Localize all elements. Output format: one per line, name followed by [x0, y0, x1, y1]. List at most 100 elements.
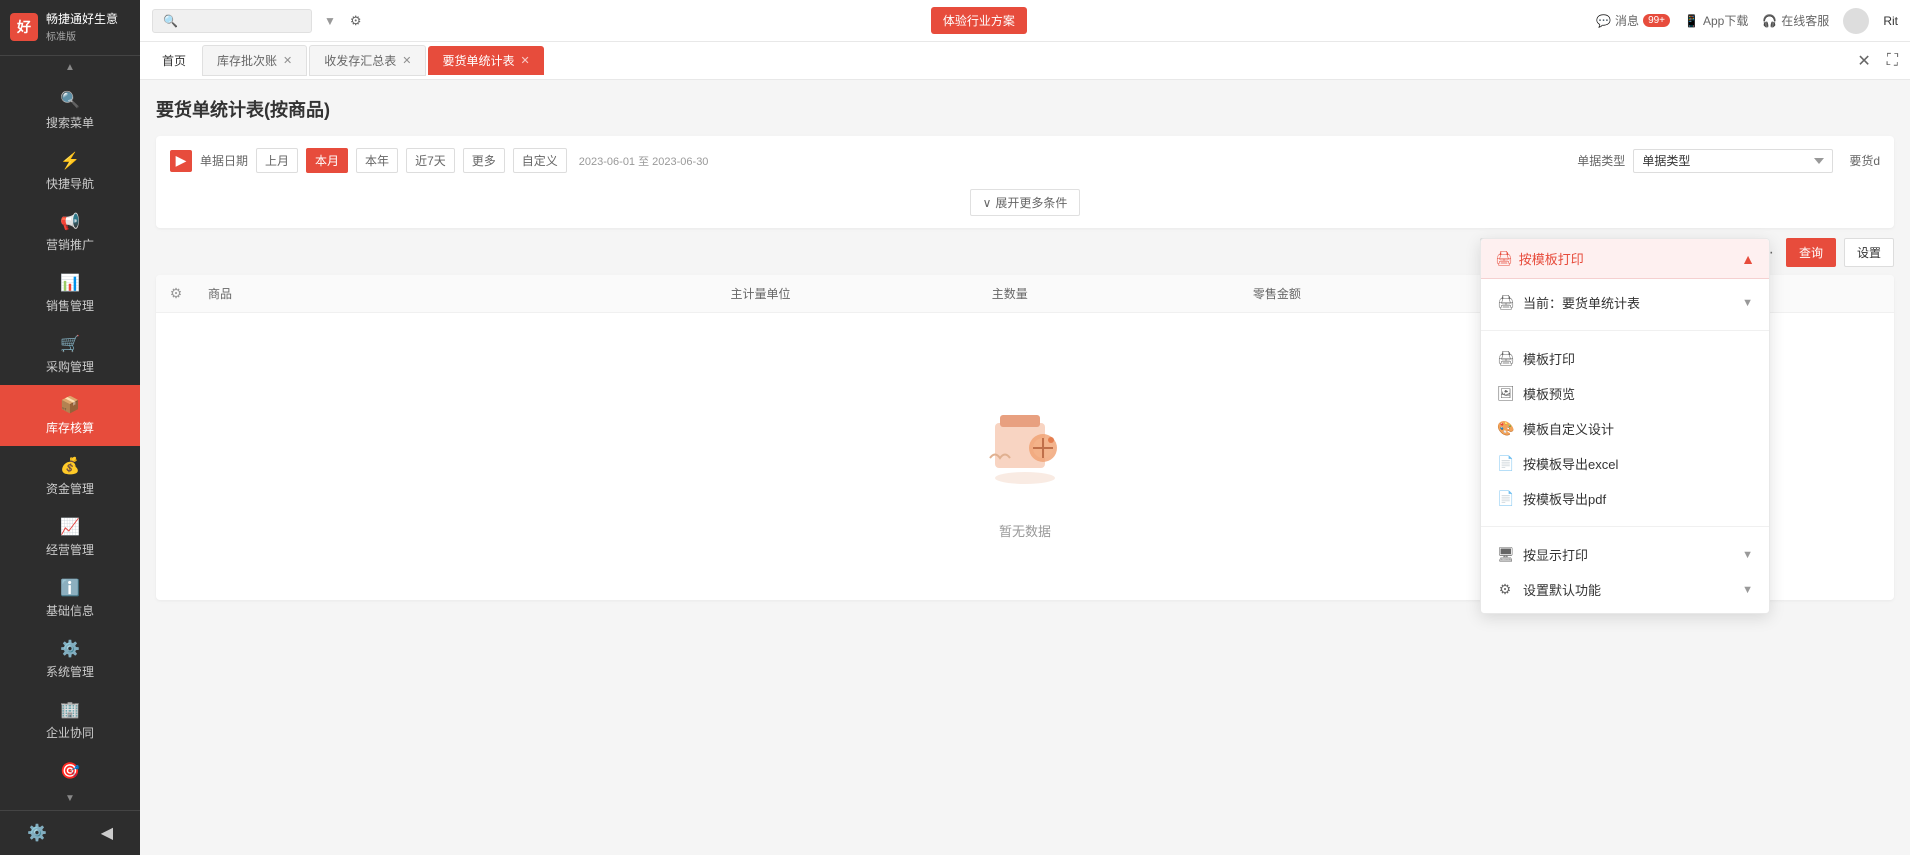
sidebar-item-label: 采购管理	[46, 358, 94, 375]
col-unit-label: 主计量单位	[730, 287, 790, 301]
date-btn-this-month[interactable]: 本月	[306, 148, 348, 173]
online-service-label: 在线客服	[1781, 12, 1829, 29]
expand-more-row: ∨ 展开更多条件	[170, 181, 1880, 216]
date-btn-last-month[interactable]: 上月	[256, 148, 298, 173]
display-print-label: 按显示打印	[1523, 545, 1732, 564]
settings-btn-label: 设置	[1857, 244, 1881, 261]
tab-inventory-batch[interactable]: 库存批次账 ✕	[202, 45, 307, 76]
chevron-right-icon-2: ▼	[1742, 549, 1753, 561]
logo-icon: 好	[10, 13, 38, 41]
sidebar-item-quick-nav[interactable]: ⚡ 快捷导航	[0, 141, 140, 202]
column-settings-icon[interactable]: ⚙	[170, 285, 183, 301]
dropdown-item-template-custom[interactable]: 🎨 模板自定义设计	[1481, 411, 1769, 446]
sidebar-item-basic[interactable]: ℹ️ 基础信息	[0, 568, 140, 629]
bottom-collapse-icon[interactable]: ◀	[97, 819, 117, 847]
message-icon: 💬	[1596, 14, 1611, 28]
tab-label: 要货单统计表	[442, 52, 514, 69]
dropdown-section-items: 🖨 模板打印 🖼 模板预览 🎨 模板自定义设计 📄 按模板导出excel 📄	[1481, 335, 1769, 522]
col-unit: 主计量单位	[718, 275, 979, 312]
date-btn-7days[interactable]: 近7天	[406, 148, 455, 173]
app-download-btn[interactable]: 📱 App下载	[1684, 12, 1748, 29]
dropdown-item-template-preview[interactable]: 🖼 模板预览	[1481, 376, 1769, 411]
sidebar-item-finance[interactable]: 💰 资金管理	[0, 446, 140, 507]
export-excel-icon: 📄	[1497, 455, 1513, 472]
sales-icon: 📊	[60, 273, 80, 293]
sidebar-item-enterprise[interactable]: 🏢 企业协同	[0, 690, 140, 751]
online-service-btn[interactable]: 🎧 在线客服	[1762, 12, 1829, 29]
col-quantity: 主数量	[980, 275, 1241, 312]
scroll-up-btn[interactable]: ▲	[0, 56, 140, 80]
bottom-settings-icon[interactable]: ⚙️	[23, 819, 51, 847]
avatar[interactable]	[1843, 8, 1869, 34]
sidebar-item-marketing[interactable]: 📢 营销推广	[0, 202, 140, 263]
dropdown-section-current: 🖨 当前：要货单统计表 ▼	[1481, 279, 1769, 326]
expand-more-btn[interactable]: ∨ 展开更多条件	[970, 189, 1081, 216]
sidebar-item-search-menu[interactable]: 🔍 搜索菜单	[0, 80, 140, 141]
close-all-tabs-btn[interactable]: ✕	[1853, 49, 1874, 73]
sidebar-item-newbie[interactable]: 🎯 新手引导	[0, 751, 140, 786]
tab-receivable-summary[interactable]: 收发存汇总表 ✕	[309, 45, 426, 76]
template-print-icon: 🖨	[1497, 350, 1513, 367]
dropdown-item-export-excel[interactable]: 📄 按模板导出excel	[1481, 446, 1769, 481]
sidebar-scroll: 🔍 搜索菜单 ⚡ 快捷导航 📢 营销推广 📊 销售管理 🛒 采购管理 📦 库存核…	[0, 80, 140, 786]
dropdown-collapse-btn[interactable]: ▲	[1741, 251, 1755, 267]
tab-close-icon[interactable]: ✕	[402, 54, 411, 67]
gear-icon[interactable]: ⚙	[350, 13, 362, 29]
settings-btn[interactable]: 设置	[1844, 238, 1894, 267]
dropdown-item-display-print[interactable]: 🖥 按显示打印 ▼	[1481, 537, 1769, 572]
sidebar-item-label: 营销推广	[46, 236, 94, 253]
sidebar-item-system[interactable]: ⚙️ 系统管理	[0, 629, 140, 690]
type-filter-label: 单据类型	[1577, 152, 1625, 169]
newbie-icon: 🎯	[60, 761, 80, 781]
set-default-label: 设置默认功能	[1523, 580, 1732, 599]
system-icon: ⚙️	[60, 639, 80, 659]
dropdown-current-template[interactable]: 🖨 当前：要货单统计表 ▼	[1481, 285, 1769, 320]
display-print-icon: 🖥	[1497, 546, 1513, 563]
tab-close-icon[interactable]: ✕	[283, 54, 292, 67]
date-btn-custom[interactable]: 自定义	[513, 148, 567, 173]
dropdown-item-set-default[interactable]: ⚙ 设置默认功能 ▼	[1481, 572, 1769, 607]
type-select-wrapper: 单据类型	[1633, 149, 1833, 173]
date-btn-this-year[interactable]: 本年	[356, 148, 398, 173]
main-area: 🔍 ▼ ⚙ 体验行业方案 💬 消息 99+ 📱 App下载 🎧 在线客服 Rit	[140, 0, 1910, 855]
scroll-down-btn[interactable]: ▼	[0, 786, 140, 810]
finance-icon: 💰	[60, 456, 80, 476]
tab-order-summary[interactable]: 要货单统计表 ✕	[428, 46, 543, 75]
inventory-icon: 📦	[60, 395, 80, 415]
dropdown-header: 🖨 按模板打印 ▲	[1481, 239, 1769, 279]
type-select[interactable]: 单据类型	[1633, 149, 1833, 173]
filter-card: ▶ 单据日期 上月 本月 本年 近7天 更多 自定义 2023-06-01 至 …	[156, 136, 1894, 228]
tab-home[interactable]: 首页	[148, 46, 200, 75]
sidebar-item-operations[interactable]: 📈 经营管理	[0, 507, 140, 568]
trial-btn[interactable]: 体验行业方案	[931, 7, 1027, 34]
sidebar-item-sales[interactable]: 📊 销售管理	[0, 263, 140, 324]
dropdown-item-template-print[interactable]: 🖨 模板打印	[1481, 341, 1769, 376]
chevron-down-icon[interactable]: ▼	[324, 14, 336, 28]
col-product-label: 商品	[208, 287, 232, 301]
col-gear: ⚙	[156, 275, 196, 312]
date-btn-more[interactable]: 更多	[463, 148, 505, 173]
sidebar-item-label: 系统管理	[46, 663, 94, 680]
current-template-label: 当前：要货单统计表	[1523, 293, 1732, 312]
tab-close-icon[interactable]: ✕	[521, 54, 530, 67]
basic-icon: ℹ️	[60, 578, 80, 598]
query-btn[interactable]: 查询	[1786, 238, 1836, 267]
marketing-icon: 📢	[60, 212, 80, 232]
sidebar-logo: 好 畅捷通好生意 标准版	[0, 0, 140, 56]
sidebar-item-label: 基础信息	[46, 602, 94, 619]
message-btn[interactable]: 💬 消息 99+	[1596, 12, 1670, 29]
print-dropdown-popup: 🖨 按模板打印 ▲ 🖨 当前：要货单统计表 ▼ 🖨 模板打印	[1480, 238, 1770, 614]
tab-label: 库存批次账	[217, 52, 277, 69]
sidebar-item-purchase[interactable]: 🛒 采购管理	[0, 324, 140, 385]
home-tab-label: 首页	[162, 52, 186, 69]
tab-label: 收发存汇总表	[324, 52, 396, 69]
username: Rit	[1883, 14, 1898, 28]
sidebar: 好 畅捷通好生意 标准版 ▲ 🔍 搜索菜单 ⚡ 快捷导航 📢 营销推广 📊 销售…	[0, 0, 140, 855]
template-custom-label: 模板自定义设计	[1523, 419, 1614, 438]
sidebar-bottom: ⚙️ ◀	[0, 810, 140, 855]
filter-expand-btn[interactable]: ▶	[170, 150, 192, 172]
quick-nav-icon: ⚡	[60, 151, 80, 171]
maximize-btn[interactable]: ⛶	[1883, 50, 1902, 72]
sidebar-item-inventory[interactable]: 📦 库存核算	[0, 385, 140, 446]
dropdown-item-export-pdf[interactable]: 📄 按模板导出pdf	[1481, 481, 1769, 516]
